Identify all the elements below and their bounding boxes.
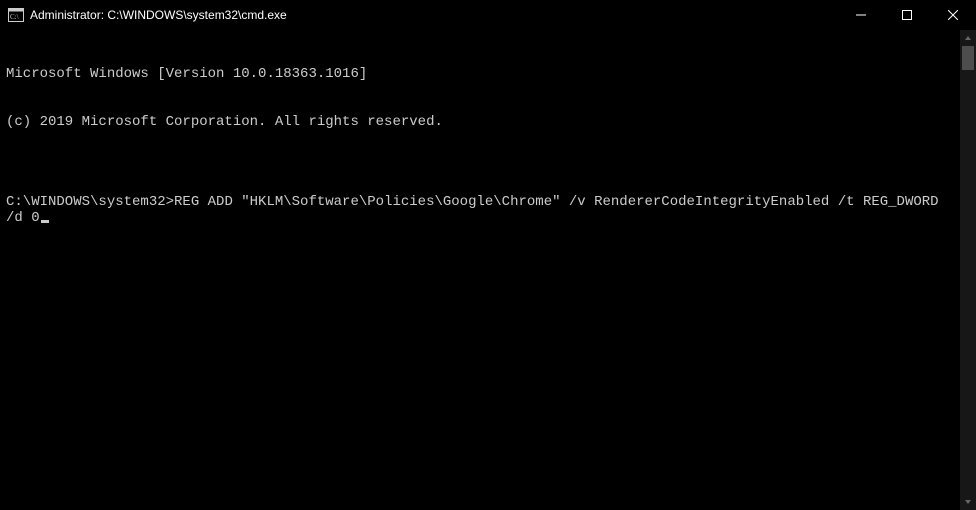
minimize-button[interactable] <box>838 0 884 30</box>
vertical-scrollbar[interactable] <box>960 30 976 510</box>
cmd-window: C:\ Administrator: C:\WINDOWS\system32\c… <box>0 0 976 510</box>
maximize-button[interactable] <box>884 0 930 30</box>
prompt: C:\WINDOWS\system32> <box>6 194 174 210</box>
scroll-up-button[interactable] <box>960 30 976 46</box>
client-area: Microsoft Windows [Version 10.0.18363.10… <box>0 30 976 510</box>
scroll-down-button[interactable] <box>960 494 976 510</box>
prompt-line: C:\WINDOWS\system32>REG ADD "HKLM\Softwa… <box>6 194 954 226</box>
window-controls <box>838 0 976 30</box>
window-title: Administrator: C:\WINDOWS\system32\cmd.e… <box>30 8 287 22</box>
version-line: Microsoft Windows [Version 10.0.18363.10… <box>6 66 954 82</box>
scroll-thumb[interactable] <box>962 46 974 70</box>
cmd-icon: C:\ <box>8 7 24 23</box>
close-button[interactable] <box>930 0 976 30</box>
titlebar[interactable]: C:\ Administrator: C:\WINDOWS\system32\c… <box>0 0 976 30</box>
copyright-line: (c) 2019 Microsoft Corporation. All righ… <box>6 114 954 130</box>
cursor-icon <box>41 220 49 223</box>
svg-text:C:\: C:\ <box>10 13 19 21</box>
terminal-output[interactable]: Microsoft Windows [Version 10.0.18363.10… <box>0 30 960 510</box>
scroll-track[interactable] <box>960 46 976 494</box>
